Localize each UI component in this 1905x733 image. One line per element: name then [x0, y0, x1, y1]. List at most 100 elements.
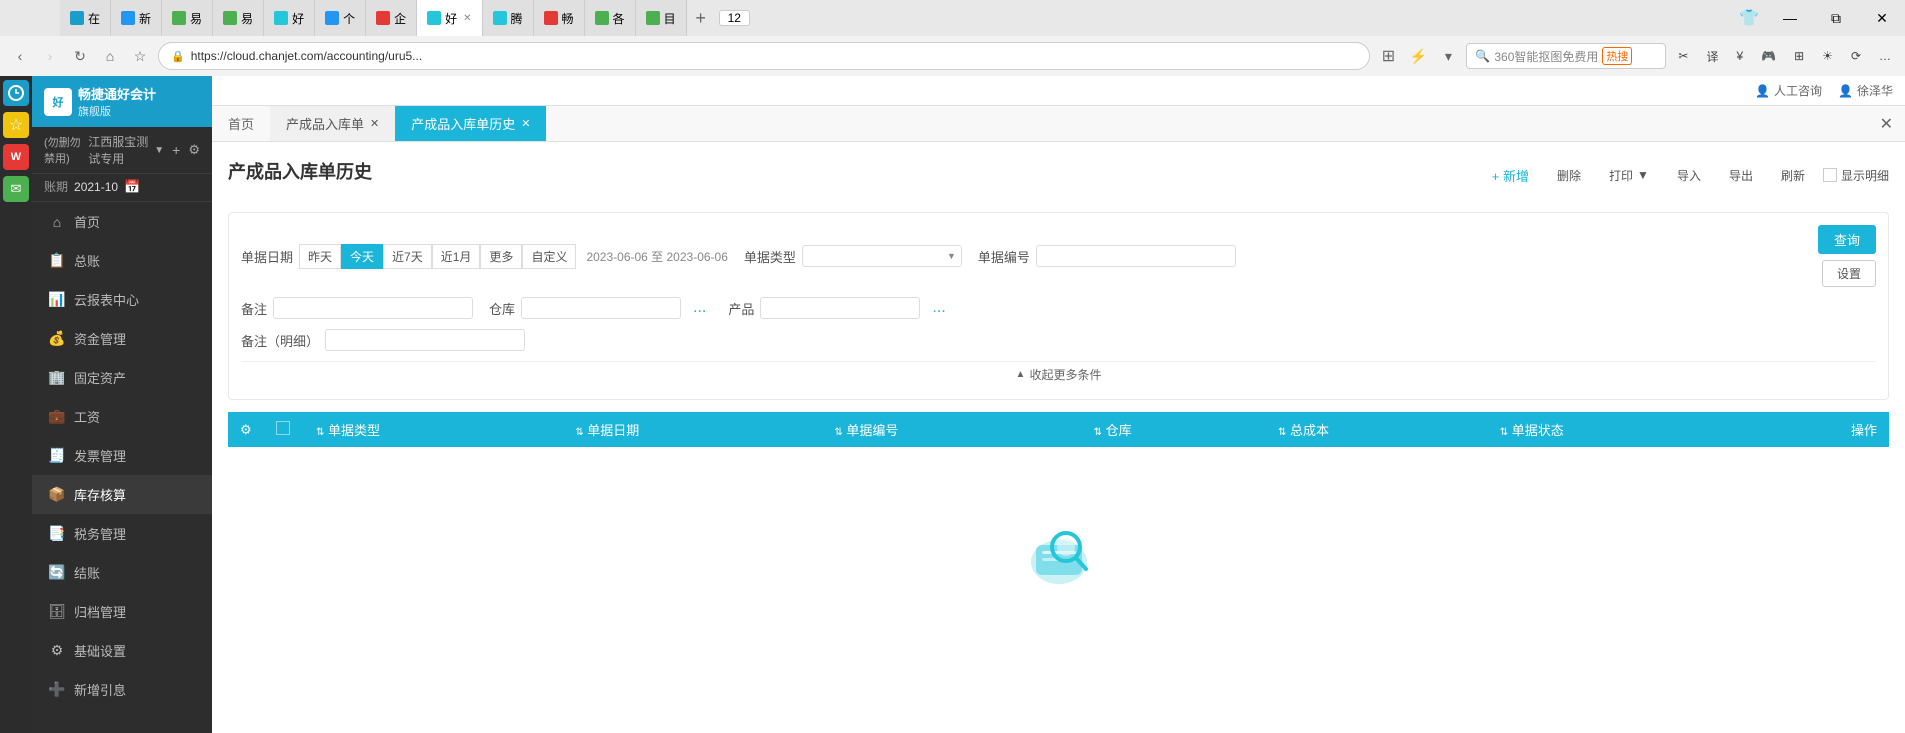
notes-detail-input[interactable]: [325, 329, 525, 351]
nav-item-payroll[interactable]: 💼 工资: [32, 397, 212, 436]
yuan-icon[interactable]: ¥: [1730, 47, 1749, 65]
browser-tab-7[interactable]: 企: [366, 0, 417, 36]
table-col-doc-number[interactable]: ⇅ 单据编号: [820, 412, 1079, 447]
table-header-checkbox[interactable]: [276, 421, 290, 435]
weibo-icon[interactable]: W: [3, 144, 29, 170]
warehouse-input[interactable]: [521, 297, 681, 319]
lightning-icon[interactable]: ⚡: [1406, 44, 1430, 68]
restore-button[interactable]: ⧉: [1813, 0, 1859, 36]
breadcrumb-home[interactable]: 首页: [212, 106, 270, 141]
product-input[interactable]: [760, 297, 920, 319]
checkbox-icon[interactable]: [1823, 168, 1837, 182]
user-avatar[interactable]: 👤 徐泽华: [1838, 82, 1893, 99]
sidebar-company-row[interactable]: (勿删勿禁用) 江西服宝测试专用 ▼ + ⚙: [32, 127, 212, 174]
game-icon[interactable]: 🎮: [1755, 47, 1782, 65]
list-tab-close[interactable]: ✕: [370, 117, 379, 130]
scissors-icon[interactable]: ✂: [1672, 47, 1694, 65]
minimize-button[interactable]: —: [1767, 0, 1813, 36]
url-bar[interactable]: 🔒 https://cloud.chanjet.com/accounting/u…: [158, 42, 1370, 70]
browser-tab-8-active[interactable]: 好 ✕: [417, 0, 482, 36]
date-btn-today[interactable]: 今天: [341, 244, 383, 269]
nav-item-asset[interactable]: 🏢 固定资产: [32, 358, 212, 397]
browser-tab-12[interactable]: 目: [636, 0, 687, 36]
export-button[interactable]: 导出: [1719, 163, 1763, 188]
browser-tab-4[interactable]: 易: [213, 0, 264, 36]
browser-tab-3[interactable]: 易: [162, 0, 213, 36]
query-button[interactable]: 查询: [1818, 225, 1876, 254]
close-window-button[interactable]: ✕: [1859, 0, 1905, 36]
nav-item-inventory[interactable]: 📦 库存核算: [32, 475, 212, 514]
refresh-page-button[interactable]: 刷新: [1771, 163, 1815, 188]
browser-tab-6[interactable]: 个: [315, 0, 366, 36]
table-col-warehouse[interactable]: ⇅ 仓库: [1080, 412, 1264, 447]
theme-icon[interactable]: ☀: [1816, 47, 1839, 65]
doc-number-input[interactable]: [1036, 245, 1236, 267]
nav-item-invoice[interactable]: 🧾 发票管理: [32, 436, 212, 475]
browser-tab-11[interactable]: 各: [585, 0, 636, 36]
date-btn-7days[interactable]: 近7天: [383, 244, 432, 269]
add-button[interactable]: + 新增: [1482, 162, 1539, 189]
tab-bar-shirt-icon[interactable]: 👕: [1731, 8, 1767, 28]
notes-input[interactable]: [273, 297, 473, 319]
browser-tab-10[interactable]: 畅: [534, 0, 585, 36]
print-dropdown-icon[interactable]: ▼: [1637, 168, 1649, 182]
nav-item-settle[interactable]: 🔄 结账: [32, 553, 212, 592]
table-col-doc-date[interactable]: ⇅ 单据日期: [561, 412, 820, 447]
service-button[interactable]: 👤 人工咨询: [1755, 82, 1822, 99]
company-dropdown-icon[interactable]: ▼: [154, 145, 164, 156]
import-button[interactable]: 导入: [1667, 163, 1711, 188]
nav-item-archive[interactable]: 🗄 归档管理: [32, 592, 212, 631]
table-col-total-cost[interactable]: ⇅ 总成本: [1264, 412, 1486, 447]
translate-icon[interactable]: 译: [1700, 46, 1724, 67]
address-dropdown[interactable]: ▾: [1436, 44, 1460, 68]
table-col-check[interactable]: [264, 412, 302, 447]
bookmark-button[interactable]: ☆: [128, 44, 152, 68]
date-btn-custom[interactable]: 自定义: [522, 244, 576, 269]
favorite-icon[interactable]: ☆: [3, 112, 29, 138]
forward-button[interactable]: ›: [38, 44, 62, 68]
tab-area-close-icon[interactable]: ✕: [1868, 106, 1905, 142]
product-dots-btn[interactable]: ...: [926, 299, 951, 317]
mail-icon[interactable]: ✉: [3, 176, 29, 202]
company-settings-icon[interactable]: ⚙: [188, 142, 200, 158]
date-btn-1month[interactable]: 近1月: [432, 244, 481, 269]
doc-type-select[interactable]: [802, 245, 962, 267]
date-btn-yesterday[interactable]: 昨天: [299, 244, 341, 269]
nav-item-tax[interactable]: 📑 税务管理: [32, 514, 212, 553]
nav-item-settings[interactable]: ⚙ 基础设置: [32, 631, 212, 670]
nav-item-report[interactable]: 📊 云报表中心: [32, 280, 212, 319]
doc-type-select-wrapper[interactable]: [802, 245, 962, 267]
browser-tab-1[interactable]: 在: [60, 0, 111, 36]
breadcrumb-list-tab[interactable]: 产成品入库单 ✕: [270, 106, 395, 141]
app-logo-icon[interactable]: [3, 80, 29, 106]
company-add-icon[interactable]: +: [172, 142, 180, 158]
table-col-doc-status[interactable]: ⇅ 单据状态: [1486, 412, 1745, 447]
refresh-browser-button[interactable]: ↻: [68, 44, 92, 68]
more-icon[interactable]: …: [1873, 47, 1897, 65]
nav-item-home[interactable]: ⌂ 首页: [32, 202, 212, 241]
tab8-close[interactable]: ✕: [463, 13, 471, 24]
print-button[interactable]: 打印 ▼: [1599, 163, 1659, 188]
date-btn-more[interactable]: 更多: [480, 244, 522, 269]
nav-item-fund[interactable]: 💰 资金管理: [32, 319, 212, 358]
collapse-button[interactable]: ▲ 收起更多条件: [241, 361, 1876, 387]
search-bar[interactable]: 🔍 360智能抠图免费用 热搜: [1466, 43, 1666, 69]
history-tab-close[interactable]: ✕: [521, 117, 530, 130]
calendar-icon[interactable]: 📅: [124, 179, 140, 195]
sync-icon[interactable]: ⟳: [1845, 47, 1867, 65]
browser-tab-5[interactable]: 好: [264, 0, 315, 36]
delete-button[interactable]: 删除: [1547, 163, 1591, 188]
grid-icon[interactable]: ⊞: [1788, 47, 1810, 65]
breadcrumb-history-tab[interactable]: 产成品入库单历史 ✕: [395, 106, 546, 141]
table-col-doc-type[interactable]: ⇅ 单据类型: [302, 412, 561, 447]
browser-tab-2[interactable]: 新: [111, 0, 162, 36]
extensions-icon[interactable]: ⊞: [1376, 44, 1400, 68]
set-button[interactable]: 设置: [1822, 260, 1876, 287]
warehouse-dots-btn[interactable]: ...: [687, 299, 712, 317]
nav-item-ledger[interactable]: 📋 总账: [32, 241, 212, 280]
back-button[interactable]: ‹: [8, 44, 32, 68]
browser-tab-9[interactable]: 腾: [483, 0, 534, 36]
nav-item-new-rule[interactable]: ➕ 新增引息: [32, 670, 212, 709]
show-detail-checkbox[interactable]: 显示明细: [1823, 167, 1889, 184]
table-col-gear[interactable]: ⚙: [228, 412, 264, 447]
